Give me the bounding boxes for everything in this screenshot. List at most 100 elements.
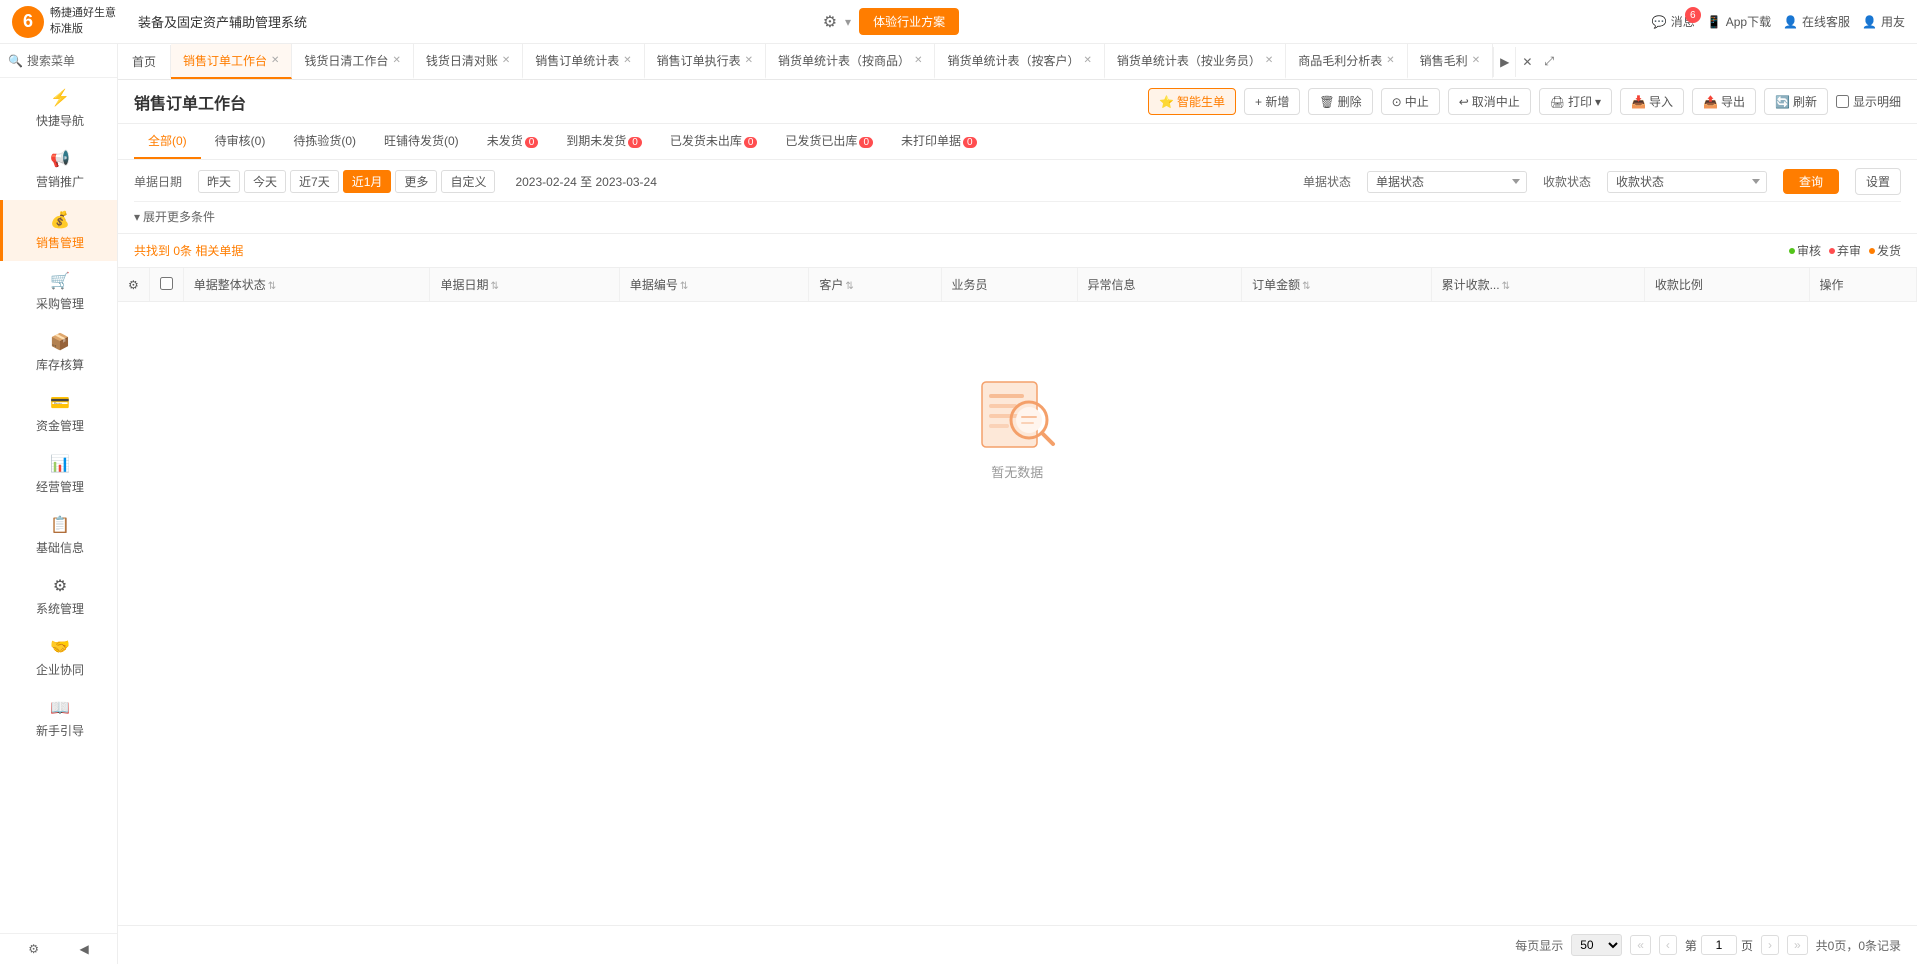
cancel-stop-btn[interactable]: ↩ 取消中止	[1448, 88, 1531, 115]
refresh-btn[interactable]: 🔄 刷新	[1764, 88, 1828, 115]
new-btn[interactable]: + 新增	[1244, 88, 1300, 115]
next-page-btn[interactable]: ›	[1761, 935, 1779, 955]
th-checkbox[interactable]	[149, 268, 183, 302]
date-btn-yesterday[interactable]: 昨天	[198, 170, 240, 193]
tab-sales-by-staff[interactable]: 销货单统计表（按业务员） ✕	[1105, 44, 1286, 79]
message-btn[interactable]: 💬 消息 6	[1652, 13, 1695, 30]
stop-btn[interactable]: ⊙ 中止	[1381, 88, 1440, 115]
settings-icon[interactable]: ⚙	[823, 12, 837, 32]
th-customer[interactable]: 客户⇅	[809, 268, 941, 302]
last-page-btn[interactable]: »	[1787, 935, 1808, 955]
import-btn[interactable]: 📥 导入	[1620, 88, 1684, 115]
sidebar-item-finance[interactable]: 💳 资金管理	[0, 383, 117, 444]
sub-tab-all[interactable]: 全部(0)	[134, 124, 201, 159]
tab-close-sales-exec[interactable]: ✕	[745, 55, 753, 66]
tab-close-sales-stats[interactable]: ✕	[623, 55, 631, 66]
tab-close-cash-daily[interactable]: ✕	[392, 55, 400, 66]
tab-close-by-staff[interactable]: ✕	[1265, 55, 1273, 66]
print-btn[interactable]: 🖨 打印 ▾	[1539, 88, 1612, 115]
tab-close-reconcile[interactable]: ✕	[502, 55, 510, 66]
sub-tab-not-printed[interactable]: 未打印单据0	[887, 124, 991, 159]
tab-cash-daily-workbench[interactable]: 钱货日清工作台 ✕	[292, 44, 413, 79]
sidebar-item-operations[interactable]: 📊 经营管理	[0, 444, 117, 505]
th-order-amount[interactable]: 订单金额⇅	[1242, 268, 1431, 302]
industry-btn[interactable]: 体验行业方案	[859, 8, 959, 35]
query-btn[interactable]: 查询	[1783, 169, 1839, 194]
first-page-btn[interactable]: «	[1630, 935, 1651, 955]
expand-filter-btn[interactable]: ▾ 展开更多条件	[134, 208, 1901, 225]
cancel-audit-action-btn[interactable]: 弃审	[1829, 242, 1861, 259]
delete-btn[interactable]: 🗑 删除	[1308, 88, 1372, 115]
per-page-label: 每页显示	[1515, 937, 1563, 954]
tab-sales-stats[interactable]: 销售订单统计表 ✕	[523, 44, 644, 79]
date-btn-today[interactable]: 今天	[244, 170, 286, 193]
select-all-checkbox[interactable]	[160, 277, 173, 290]
page-number-input[interactable]	[1701, 935, 1737, 955]
tab-close-gross-margin[interactable]: ✕	[1386, 55, 1394, 66]
sub-tab-shipped-not-out[interactable]: 已发货未出库0	[656, 124, 772, 159]
export-btn[interactable]: 📤 导出	[1692, 88, 1756, 115]
ship-action-btn[interactable]: 发货	[1869, 242, 1901, 259]
th-cumulative-payment[interactable]: 累计收款...⇅	[1431, 268, 1644, 302]
tab-sales-exec[interactable]: 销售订单执行表 ✕	[645, 44, 766, 79]
sidebar-item-basic[interactable]: 📋 基础信息	[0, 505, 117, 566]
sidebar-item-quicknav[interactable]: ⚡ 快捷导航	[0, 78, 117, 139]
sub-tab-shipped-out[interactable]: 已发货已出库0	[771, 124, 887, 159]
tab-cash-reconcile[interactable]: 钱货日清对账 ✕	[414, 44, 523, 79]
tab-sales-gross[interactable]: 销售毛利 ✕	[1408, 44, 1493, 79]
date-btn-custom[interactable]: 自定义	[441, 170, 495, 193]
sub-tab-pending-audit[interactable]: 待审核(0)	[201, 124, 280, 159]
app-download-btn[interactable]: 📱 App下载	[1707, 13, 1771, 30]
date-btn-7days[interactable]: 近7天	[290, 170, 339, 193]
sub-tab-not-shipped[interactable]: 未发货0	[473, 124, 553, 159]
filter-settings-btn[interactable]: 设置	[1855, 168, 1901, 195]
sidebar-item-purchase[interactable]: 🛒 采购管理	[0, 261, 117, 322]
smart-icon: ⭐	[1159, 95, 1174, 109]
sidebar-item-inventory[interactable]: 📦 库存核算	[0, 322, 117, 383]
tab-more-btn[interactable]: ▶	[1493, 47, 1515, 77]
cancel-audit-dot	[1829, 248, 1835, 254]
tab-close-sales-gross[interactable]: ✕	[1472, 55, 1480, 66]
sub-tab-wangpu-ship[interactable]: 旺铺待发货(0)	[370, 124, 473, 159]
tab-sales-by-product[interactable]: 销货单统计表（按商品） ✕	[766, 44, 935, 79]
sidebar-item-guide[interactable]: 📖 新手引导	[0, 688, 117, 749]
th-doc-date[interactable]: 单据日期⇅	[430, 268, 619, 302]
user-btn[interactable]: 👤 用友	[1862, 13, 1905, 30]
th-doc-number[interactable]: 单据编号⇅	[619, 268, 808, 302]
refresh-icon: 🔄	[1775, 95, 1790, 109]
sidebar-search-btn[interactable]: 🔍 搜索菜单	[0, 44, 117, 78]
show-detail-label[interactable]: 显示明细	[1836, 93, 1901, 110]
th-settings[interactable]: ⚙	[118, 268, 149, 302]
status-filter-select[interactable]: 单据状态	[1367, 171, 1527, 193]
not-shipped-badge: 0	[525, 137, 539, 148]
sidebar-item-cooperation[interactable]: 🤝 企业协同	[0, 627, 117, 688]
sidebar-collapse-icon[interactable]: ◀	[80, 942, 89, 956]
smart-generate-btn[interactable]: ⭐ 智能生单	[1148, 88, 1236, 115]
sidebar-item-system[interactable]: ⚙ 系统管理	[0, 566, 117, 627]
sub-tab-overdue-ship[interactable]: 到期未发货0	[552, 124, 656, 159]
show-detail-checkbox[interactable]	[1836, 95, 1849, 108]
online-service-btn[interactable]: 👤 在线客服	[1783, 13, 1850, 30]
sub-tab-pending-check[interactable]: 待拣验货(0)	[279, 124, 370, 159]
prev-page-btn[interactable]: ‹	[1659, 935, 1677, 955]
tab-gross-margin[interactable]: 商品毛利分析表 ✕	[1286, 44, 1407, 79]
tab-close-by-customer[interactable]: ✕	[1083, 55, 1091, 66]
date-btn-1month[interactable]: 近1月	[343, 170, 392, 193]
payment-filter-select[interactable]: 收款状态	[1607, 171, 1767, 193]
page-size-select[interactable]: 50 10 20 100	[1571, 934, 1622, 956]
basic-icon: 📋	[50, 515, 70, 535]
tab-close-by-product[interactable]: ✕	[914, 55, 922, 66]
tab-sales-by-customer[interactable]: 销货单统计表（按客户） ✕	[935, 44, 1104, 79]
tab-sales-order-workbench[interactable]: 销售订单工作台 ✕	[171, 44, 292, 79]
sidebar-item-sales[interactable]: 💰 销售管理	[0, 200, 117, 261]
tab-expand-btn[interactable]: ⤢	[1538, 46, 1560, 77]
tab-home[interactable]: 首页	[118, 45, 171, 78]
payment-filter-label: 收款状态	[1543, 173, 1591, 190]
tab-close-sales-order[interactable]: ✕	[271, 55, 279, 66]
date-btn-more[interactable]: 更多	[395, 170, 437, 193]
audit-action-btn[interactable]: 审核	[1789, 242, 1821, 259]
sidebar-settings-icon[interactable]: ⚙	[28, 942, 39, 956]
th-salesperson[interactable]: 业务员	[941, 268, 1077, 302]
tab-close-all-btn[interactable]: ✕	[1515, 47, 1538, 77]
sidebar-item-marketing[interactable]: 📢 营销推广	[0, 139, 117, 200]
